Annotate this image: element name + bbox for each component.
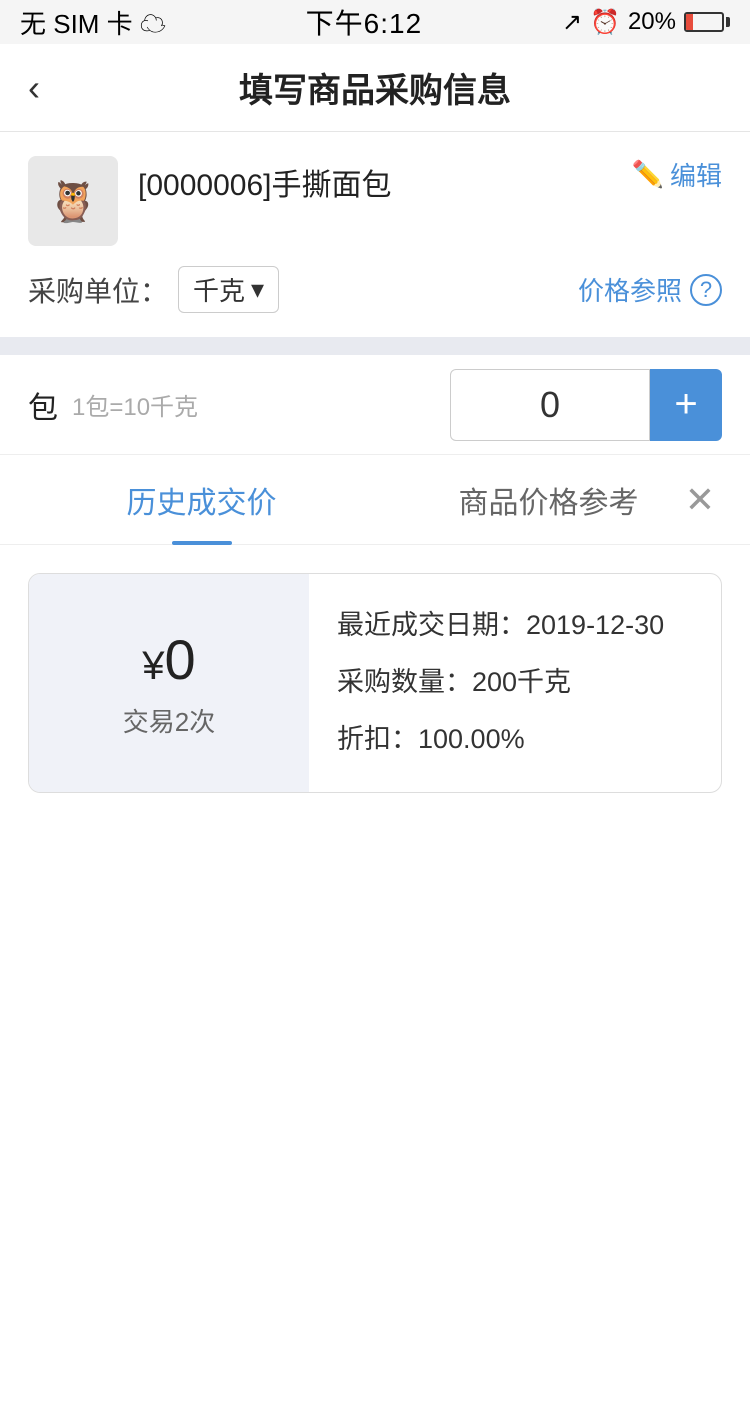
- qty-hint: 1包=10千克: [72, 387, 198, 422]
- tab-underline: [172, 541, 232, 545]
- battery-icon: [684, 12, 730, 32]
- product-left: 🦉 [0000006]手撕面包: [28, 156, 391, 246]
- status-left: 无 SIM 卡 ☁: [20, 4, 166, 41]
- discount-label: 折扣：: [337, 724, 418, 754]
- qty-plus-button[interactable]: +: [650, 369, 722, 441]
- qty-right: +: [450, 369, 722, 441]
- price-value: 0: [165, 628, 196, 691]
- product-section: 🦉 [0000006]手撕面包 ✏️ 编辑 采购单位： 千克 ▾ 价格参照 ?: [0, 132, 750, 337]
- qty-value: 200千克: [472, 667, 571, 697]
- edit-label: 编辑: [670, 156, 722, 193]
- qty-input[interactable]: [451, 384, 649, 426]
- product-thumb-icon: 🦉: [48, 178, 98, 225]
- qty-unit-label: 包: [28, 383, 58, 427]
- card-area: ¥0 交易2次 最近成交日期：2019-12-30 采购数量：200千克 折扣：…: [0, 545, 750, 821]
- currency-symbol: ¥: [142, 644, 164, 688]
- bottom-area: [0, 821, 750, 1421]
- status-bar: 无 SIM 卡 ☁ 下午6:12 ↗ ⏰ 20%: [0, 0, 750, 44]
- recent-date-value: 2019-12-30: [526, 610, 664, 640]
- price-ref-label: 价格参照: [578, 271, 682, 308]
- product-name: [0000006]手撕面包: [138, 156, 391, 204]
- location-icon: ↗: [562, 8, 582, 37]
- purchase-unit: 采购单位： 千克 ▾: [28, 266, 279, 313]
- card-price-display: ¥0: [142, 627, 195, 692]
- unit-value: 千克: [193, 271, 245, 308]
- tab-product-label: 商品价格参考: [459, 478, 639, 522]
- price-ref-button[interactable]: 价格参照 ?: [578, 271, 722, 308]
- alarm-icon: ⏰: [590, 8, 620, 37]
- help-icon: ?: [690, 274, 722, 306]
- card-right: 最近成交日期：2019-12-30 采购数量：200千克 折扣：100.00%: [309, 574, 721, 792]
- purchase-qty-row: 采购数量：200千克: [337, 661, 693, 704]
- tab-close-button[interactable]: ✕: [678, 478, 722, 522]
- price-card: ¥0 交易2次 最近成交日期：2019-12-30 采购数量：200千克 折扣：…: [28, 573, 722, 793]
- card-left: ¥0 交易2次: [29, 574, 309, 792]
- battery-percent: 20%: [628, 8, 676, 36]
- unit-label: 采购单位：: [28, 270, 168, 310]
- tab-history-price[interactable]: 历史成交价: [28, 455, 375, 545]
- discount-value: 100.00%: [418, 724, 525, 754]
- product-row2: 采购单位： 千克 ▾ 价格参照 ?: [28, 266, 722, 313]
- back-button[interactable]: ‹: [28, 67, 40, 109]
- nav-bar: ‹ 填写商品采购信息: [0, 44, 750, 132]
- quantity-row: 包 1包=10千克 +: [0, 355, 750, 455]
- qty-input-wrapper: [450, 369, 650, 441]
- discount-row: 折扣：100.00%: [337, 718, 693, 761]
- status-time: 下午6:12: [306, 2, 423, 42]
- edit-button[interactable]: ✏️ 编辑: [632, 156, 722, 193]
- tabs-header: 历史成交价 商品价格参考 ✕: [0, 455, 750, 545]
- recent-date-label: 最近成交日期：: [337, 610, 526, 640]
- status-right: ↗ ⏰ 20%: [562, 8, 730, 37]
- qty-label-text: 采购数量：: [337, 667, 472, 697]
- tab-product-price[interactable]: 商品价格参考: [375, 455, 722, 545]
- recent-date-row: 最近成交日期：2019-12-30: [337, 604, 693, 647]
- unit-selector[interactable]: 千克 ▾: [178, 266, 279, 313]
- tab-history-label: 历史成交价: [127, 478, 277, 522]
- no-sim-label: 无 SIM 卡 ☁: [20, 4, 166, 41]
- divider-bar: [0, 337, 750, 355]
- product-header: 🦉 [0000006]手撕面包 ✏️ 编辑: [28, 156, 722, 246]
- chevron-down-icon: ▾: [251, 274, 264, 305]
- edit-icon: ✏️: [632, 159, 664, 190]
- product-thumbnail: 🦉: [28, 156, 118, 246]
- page-title: 填写商品采购信息: [239, 63, 511, 112]
- tabs-section: 历史成交价 商品价格参考 ✕ ¥0 交易2次 最近成交日期：2019-12-30…: [0, 455, 750, 821]
- qty-left: 包 1包=10千克: [28, 383, 198, 427]
- trade-count: 交易2次: [123, 702, 215, 739]
